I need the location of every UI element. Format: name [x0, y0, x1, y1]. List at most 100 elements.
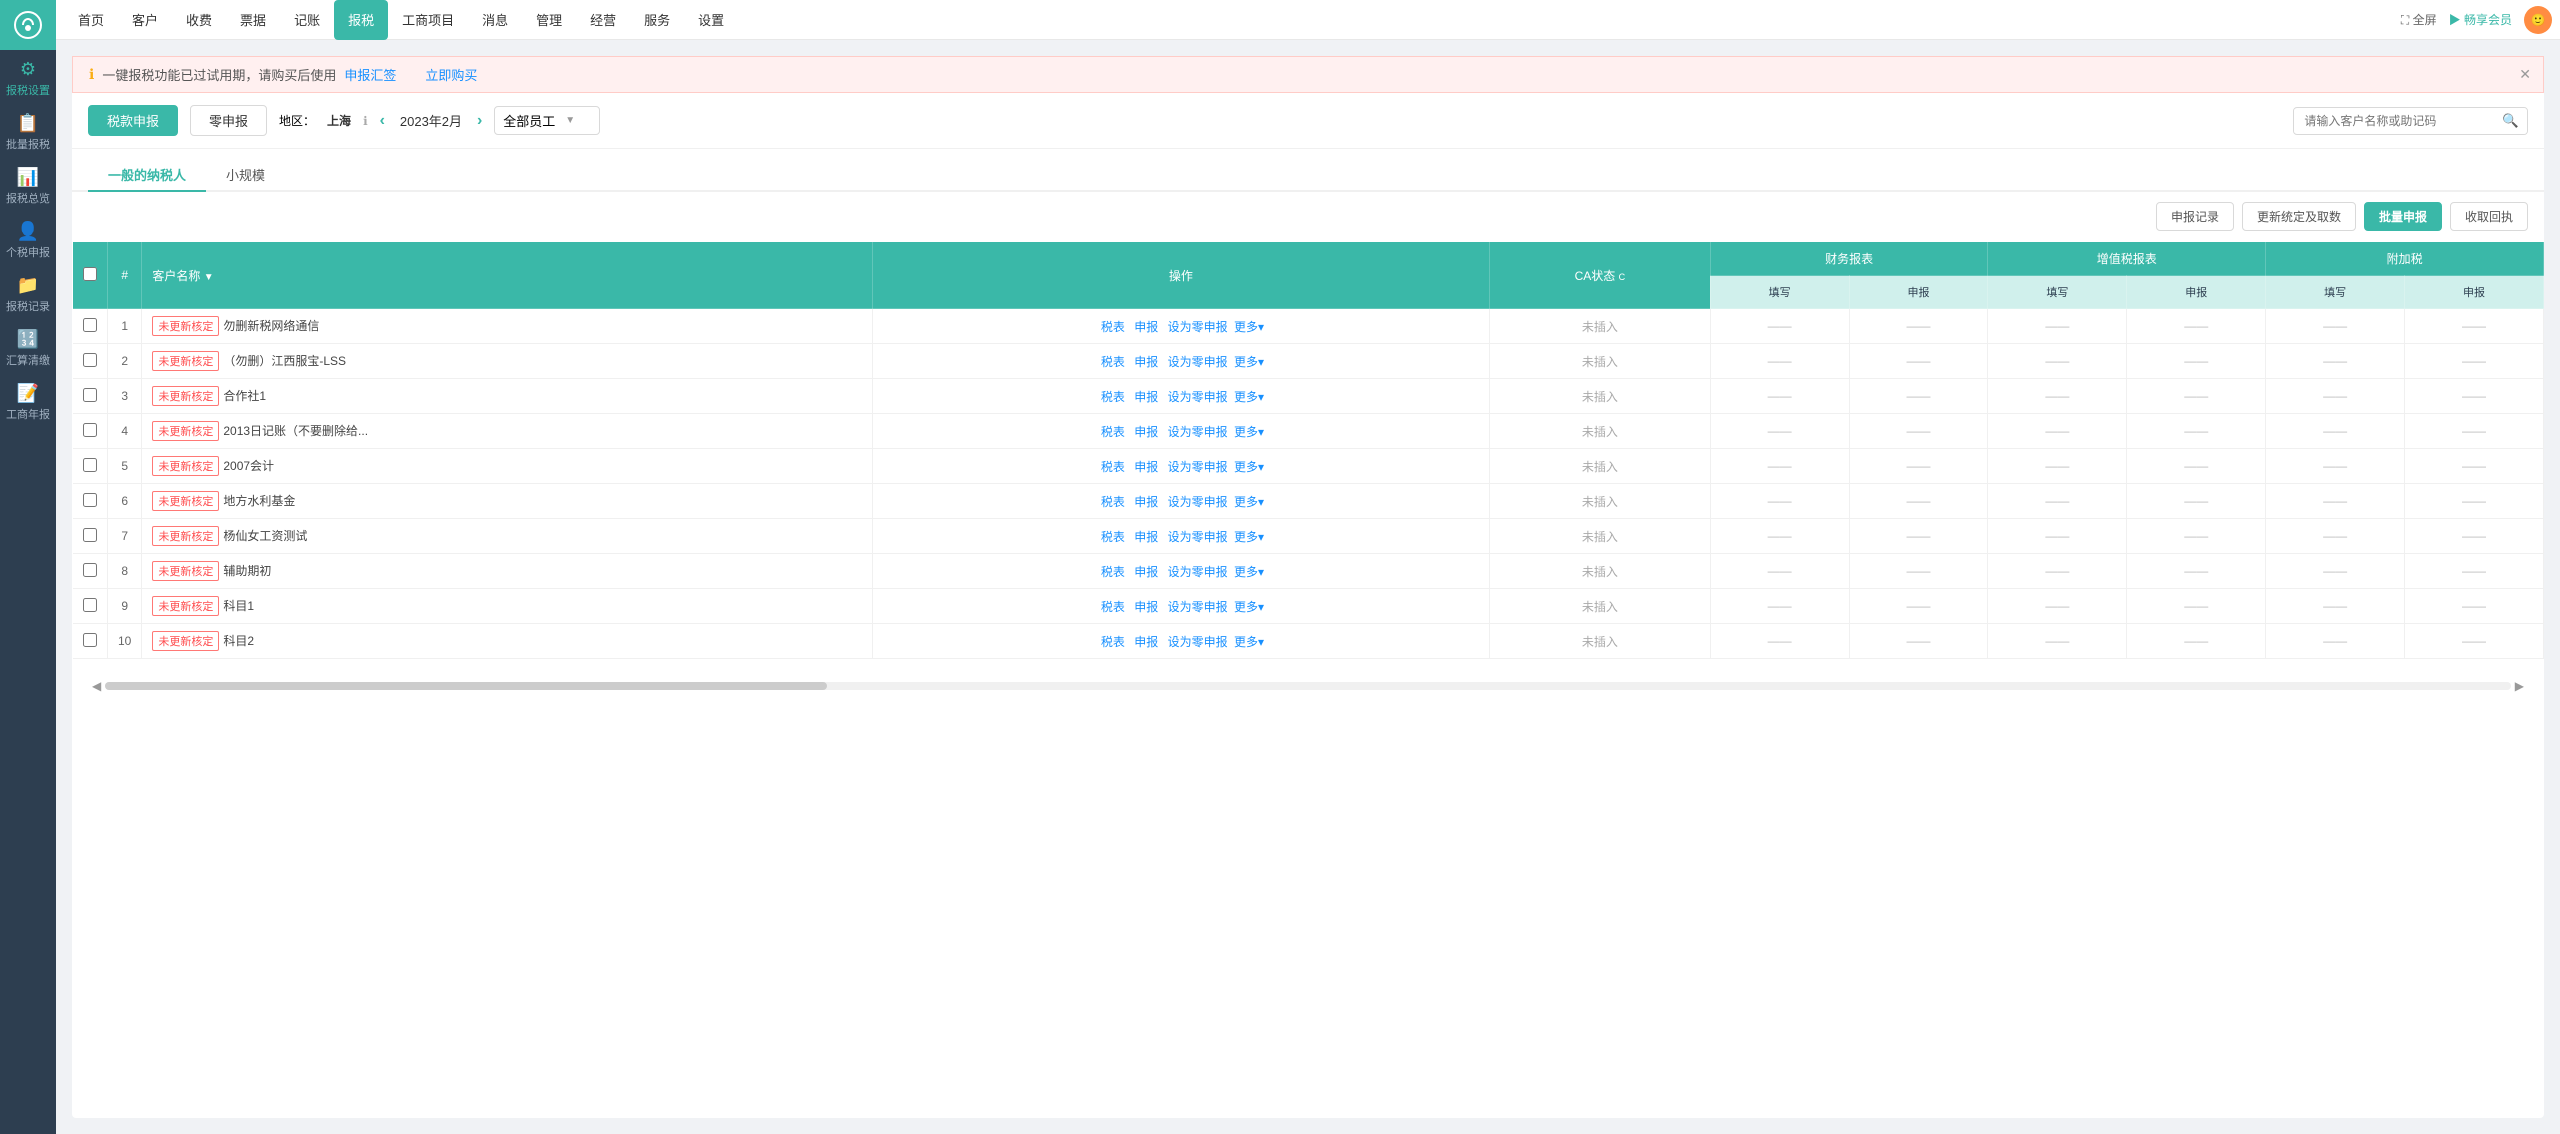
op-set-zero-btn[interactable]: 设为零申报: [1168, 320, 1228, 334]
op-more-btn[interactable]: 更多▾: [1234, 530, 1264, 544]
nav-tax[interactable]: 报税: [334, 0, 388, 40]
row-checkbox[interactable]: [83, 493, 97, 507]
declare-records-btn[interactable]: 申报记录: [2156, 202, 2234, 231]
app-logo[interactable]: [0, 0, 56, 50]
op-tax-table-btn[interactable]: 税表: [1101, 425, 1125, 439]
nav-services[interactable]: 服务: [630, 0, 684, 40]
op-more-btn[interactable]: 更多▾: [1234, 600, 1264, 614]
op-declare-btn[interactable]: 申报: [1134, 565, 1158, 579]
row-vat-declare: ——: [2405, 379, 2544, 414]
row-checkbox[interactable]: [83, 633, 97, 647]
date-prev-btn[interactable]: ‹: [380, 112, 385, 130]
row-checkbox[interactable]: [83, 353, 97, 367]
op-tax-table-btn[interactable]: 税表: [1101, 530, 1125, 544]
search-button[interactable]: 🔍: [2494, 108, 2527, 134]
date-next-btn[interactable]: ›: [477, 112, 482, 130]
scroll-left-btn[interactable]: ◀: [88, 679, 105, 693]
op-declare-btn[interactable]: 申报: [1134, 355, 1158, 369]
row-checkbox[interactable]: [83, 528, 97, 542]
nav-operations[interactable]: 经营: [576, 0, 630, 40]
op-tax-table-btn[interactable]: 税表: [1101, 635, 1125, 649]
op-declare-btn[interactable]: 申报: [1134, 425, 1158, 439]
user-avatar[interactable]: 🙂: [2524, 6, 2552, 34]
op-declare-btn[interactable]: 申报: [1134, 390, 1158, 404]
nav-billing[interactable]: 收费: [172, 0, 226, 40]
op-set-zero-btn[interactable]: 设为零申报: [1168, 530, 1228, 544]
op-set-zero-btn[interactable]: 设为零申报: [1168, 355, 1228, 369]
banner-link-declare[interactable]: 申报汇签: [344, 65, 396, 84]
staff-dropdown[interactable]: 全部员工 ▼: [494, 106, 600, 135]
row-ca-status: 未插入: [1490, 624, 1711, 659]
sidebar-item-tax-overview[interactable]: 📊 报税总览: [0, 158, 56, 212]
warning-icon: ℹ: [89, 66, 94, 83]
op-set-zero-btn[interactable]: 设为零申报: [1168, 460, 1228, 474]
row-checkbox[interactable]: [83, 318, 97, 332]
op-more-btn[interactable]: 更多▾: [1234, 425, 1264, 439]
op-more-btn[interactable]: 更多▾: [1234, 320, 1264, 334]
op-set-zero-btn[interactable]: 设为零申报: [1168, 565, 1228, 579]
nav-messages[interactable]: 消息: [468, 0, 522, 40]
row-checkbox[interactable]: [83, 458, 97, 472]
scroll-track[interactable]: [105, 682, 2511, 690]
op-more-btn[interactable]: 更多▾: [1234, 390, 1264, 404]
banner-link-buy[interactable]: 立即购买: [425, 65, 477, 84]
banner-close-btn[interactable]: ✕: [2519, 66, 2531, 83]
sidebar-item-business-report[interactable]: 📝 工商年报: [0, 374, 56, 428]
op-tax-table-btn[interactable]: 税表: [1101, 355, 1125, 369]
row-checkbox[interactable]: [83, 423, 97, 437]
select-all-checkbox[interactable]: [83, 267, 97, 281]
tab-zero-declare[interactable]: 零申报: [190, 105, 267, 136]
op-set-zero-btn[interactable]: 设为零申报: [1168, 390, 1228, 404]
tab-general-taxpayer[interactable]: 一般的纳税人: [88, 159, 206, 192]
op-tax-table-btn[interactable]: 税表: [1101, 495, 1125, 509]
fullscreen-btn[interactable]: ⛶ 全屏: [2401, 11, 2437, 28]
op-more-btn[interactable]: 更多▾: [1234, 355, 1264, 369]
op-tax-table-btn[interactable]: 税表: [1101, 600, 1125, 614]
sidebar-item-batch-tax[interactable]: 📋 批量报税: [0, 104, 56, 158]
sidebar-item-calc-clear[interactable]: 🔢 汇算清缴: [0, 320, 56, 374]
tab-tax-declare[interactable]: 税款申报: [88, 105, 178, 136]
op-declare-btn[interactable]: 申报: [1134, 635, 1158, 649]
sidebar-item-personal-tax[interactable]: 👤 个税申报: [0, 212, 56, 266]
update-finalize-btn[interactable]: 更新统定及取数: [2242, 202, 2356, 231]
op-set-zero-btn[interactable]: 设为零申报: [1168, 600, 1228, 614]
batch-declare-btn[interactable]: 批量申报: [2364, 202, 2442, 231]
op-more-btn[interactable]: 更多▾: [1234, 635, 1264, 649]
op-declare-btn[interactable]: 申报: [1134, 495, 1158, 509]
row-checkbox[interactable]: [83, 563, 97, 577]
nav-management[interactable]: 管理: [522, 0, 576, 40]
nav-clients[interactable]: 客户: [118, 0, 172, 40]
op-more-btn[interactable]: 更多▾: [1234, 565, 1264, 579]
op-declare-btn[interactable]: 申报: [1134, 600, 1158, 614]
tab-small-scale[interactable]: 小规模: [206, 159, 285, 192]
op-more-btn[interactable]: 更多▾: [1234, 460, 1264, 474]
op-set-zero-btn[interactable]: 设为零申报: [1168, 495, 1228, 509]
op-more-btn[interactable]: 更多▾: [1234, 495, 1264, 509]
row-fin-fill: ——: [1710, 484, 1849, 519]
nav-business[interactable]: 工商项目: [388, 0, 468, 40]
op-declare-btn[interactable]: 申报: [1134, 320, 1158, 334]
op-set-zero-btn[interactable]: 设为零申报: [1168, 635, 1228, 649]
col-dec-fill-header: 填写: [1988, 276, 2127, 309]
op-tax-table-btn[interactable]: 税表: [1101, 320, 1125, 334]
op-set-zero-btn[interactable]: 设为零申报: [1168, 425, 1228, 439]
scroll-right-btn[interactable]: ▶: [2511, 679, 2528, 693]
op-declare-btn[interactable]: 申报: [1134, 530, 1158, 544]
upgrade-btn[interactable]: ▶ 畅享会员: [2449, 11, 2512, 28]
row-checkbox[interactable]: [83, 598, 97, 612]
sidebar-item-tax-settings[interactable]: ⚙ 报税设置: [0, 50, 56, 104]
op-declare-btn[interactable]: 申报: [1134, 460, 1158, 474]
op-tax-table-btn[interactable]: 税表: [1101, 460, 1125, 474]
nav-accounting[interactable]: 记账: [280, 0, 334, 40]
nav-home[interactable]: 首页: [64, 0, 118, 40]
sidebar-item-tax-records[interactable]: 📁 报税记录: [0, 266, 56, 320]
op-tax-table-btn[interactable]: 税表: [1101, 565, 1125, 579]
row-checkbox[interactable]: [83, 388, 97, 402]
nav-settings[interactable]: 设置: [684, 0, 738, 40]
nav-invoice[interactable]: 票据: [226, 0, 280, 40]
table-row: 6 未更新核定地方水利基金 税表 申报 设为零申报 更多▾ 未插入 —— —— …: [73, 484, 2544, 519]
collect-return-btn[interactable]: 收取回执: [2450, 202, 2528, 231]
horizontal-scrollbar[interactable]: ◀ ▶: [72, 675, 2544, 697]
op-tax-table-btn[interactable]: 税表: [1101, 390, 1125, 404]
search-input[interactable]: [2294, 109, 2494, 133]
